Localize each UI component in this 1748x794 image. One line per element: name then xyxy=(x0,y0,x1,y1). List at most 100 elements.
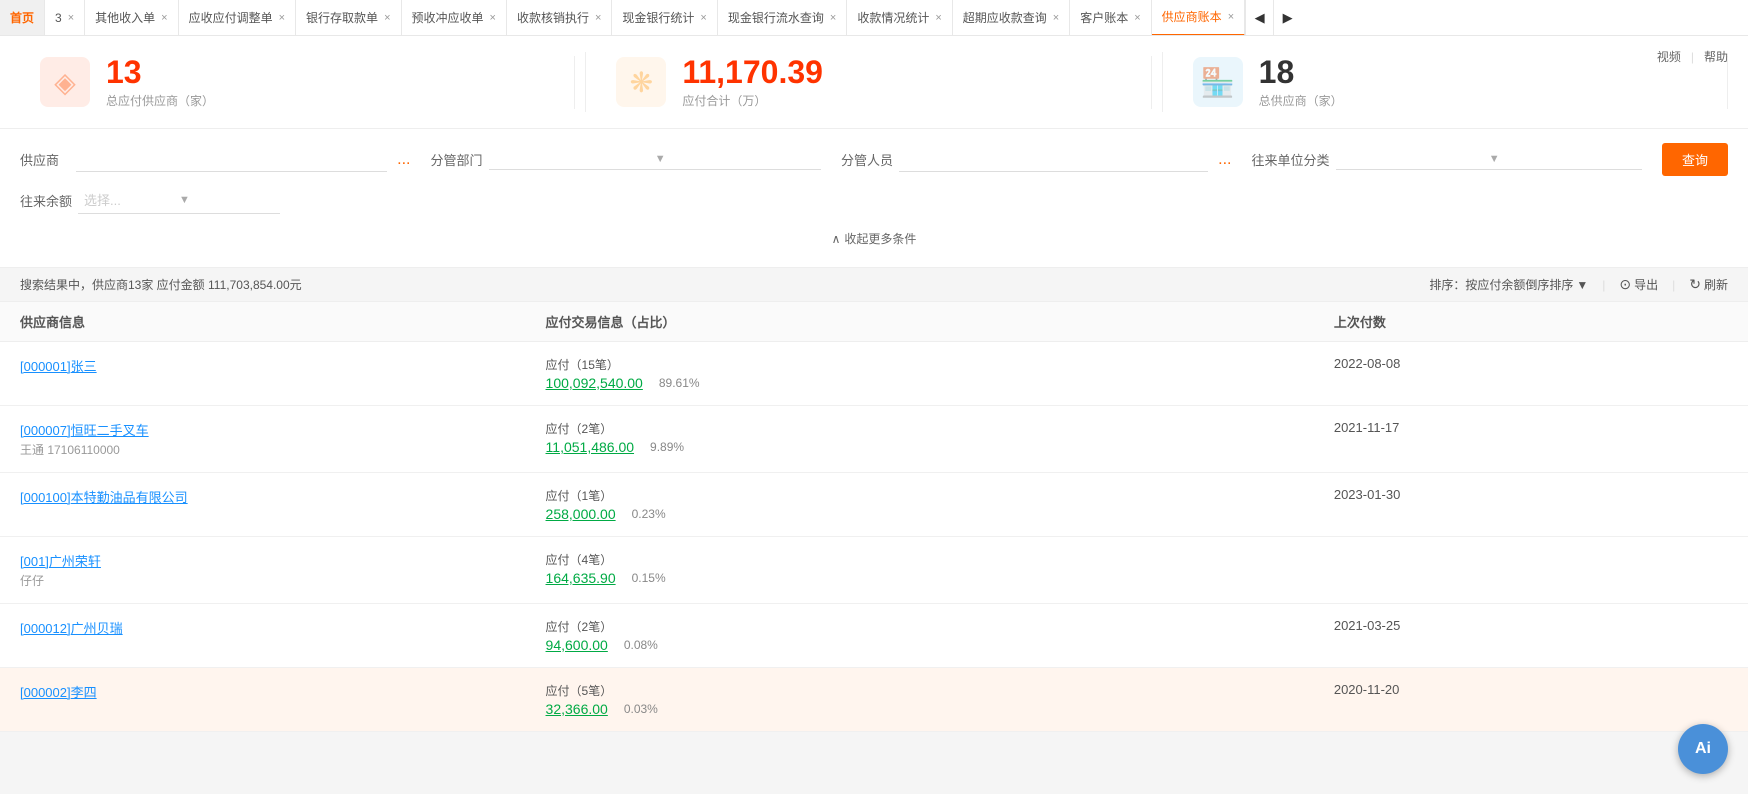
close-tab-cash-flow[interactable]: × xyxy=(830,12,836,24)
transaction-cell-row5: 应付（2笔） 94,600.00 0.08% xyxy=(546,618,1334,653)
person-more-btn[interactable]: ... xyxy=(1218,151,1231,169)
supplier-label: 供应商 xyxy=(20,150,70,169)
trans-label-row2: 应付（2笔） xyxy=(546,420,1334,437)
dept-select[interactable]: ▼ xyxy=(489,149,821,170)
unit-type-select[interactable]: ▼ xyxy=(1336,149,1642,170)
stat-info-payable-suppliers: 13 总应付供应商（家） xyxy=(106,56,214,109)
nav-tab-cash-flow[interactable]: 现金银行流水查询 × xyxy=(718,0,847,36)
refresh-button[interactable]: ↻ 刷新 xyxy=(1689,276,1728,293)
filter-unit-type: 往来单位分类 ▼ xyxy=(1252,149,1643,170)
supplier-link-row3[interactable]: [000100]本特勤油品有限公司 xyxy=(20,487,546,506)
nav-tab-customer-ledger[interactable]: 客户账本 × xyxy=(1070,0,1151,36)
table-row[interactable]: [000007]恒旺二手叉车 王通 17106110000 应付（2笔） 11,… xyxy=(0,406,1748,473)
trans-label-row1: 应付（15笔） xyxy=(546,356,1334,373)
nav-tab-3[interactable]: 3 × xyxy=(45,0,85,36)
trans-amount-row-row4: 164,635.90 0.15% xyxy=(546,570,1334,586)
trans-amount-row4[interactable]: 164,635.90 xyxy=(546,570,616,586)
payable-suppliers-label: 总应付供应商（家） xyxy=(106,92,214,109)
table-header: 供应商信息 应付交易信息（占比） 上次付数 xyxy=(0,302,1748,342)
stat-divider-2 xyxy=(1162,52,1163,112)
close-tab-ar-ap-adjust[interactable]: × xyxy=(279,12,285,24)
trans-amount-row-row3: 258,000.00 0.23% xyxy=(546,506,1334,522)
close-tab-overdue-ar[interactable]: × xyxy=(1053,12,1059,24)
nav-arrow-right[interactable]: ▶ xyxy=(1273,0,1301,36)
trans-percent-row4: 0.15% xyxy=(632,571,666,585)
trans-label-row3: 应付（1笔） xyxy=(546,487,1334,504)
payable-total-label: 应付合计（万） xyxy=(682,92,823,109)
nav-tab-ar-ap-adjust[interactable]: 应收应付调整单 × xyxy=(179,0,296,36)
table-row[interactable]: [000002]李四 应付（5笔） 32,366.00 0.03% 2020-1… xyxy=(0,668,1748,732)
filter-person: 分管人员 ... xyxy=(841,148,1232,172)
table-row[interactable]: [000001]张三 应付（15笔） 100,092,540.00 89.61%… xyxy=(0,342,1748,406)
close-tab-bank-deposit[interactable]: × xyxy=(384,12,390,24)
nav-tab-supplier-ledger[interactable]: 供应商账本 × xyxy=(1152,0,1245,36)
trans-amount-row-row6: 32,366.00 0.03% xyxy=(546,701,1334,717)
supplier-link-row4[interactable]: [001]广州荣轩 xyxy=(20,551,546,570)
person-input[interactable] xyxy=(899,148,1208,172)
stat-info-total-suppliers: 18 总供应商（家） xyxy=(1259,56,1343,109)
trans-amount-row2[interactable]: 11,051,486.00 xyxy=(546,439,635,455)
search-button[interactable]: 查询 xyxy=(1662,143,1728,176)
dept-label: 分管部门 xyxy=(431,150,483,169)
last-payment-cell-row6: 2020-11-20 xyxy=(1334,682,1728,697)
stat-info-payable-total: 11,170.39 应付合计（万） xyxy=(682,56,823,109)
nav-tab-cash-stat[interactable]: 现金银行统计 × xyxy=(612,0,717,36)
table-row[interactable]: [000012]广州贝瑞 应付（2笔） 94,600.00 0.08% 2021… xyxy=(0,604,1748,668)
person-label: 分管人员 xyxy=(841,150,893,169)
nav-arrow-left[interactable]: ◀ xyxy=(1245,0,1273,36)
balance-select[interactable]: 选择... ▼ xyxy=(78,186,280,214)
last-payment-cell-row5: 2021-03-25 xyxy=(1334,618,1728,633)
trans-amount-row1[interactable]: 100,092,540.00 xyxy=(546,375,643,391)
trans-label-row5: 应付（2笔） xyxy=(546,618,1334,635)
video-link[interactable]: 视频 xyxy=(1657,48,1681,65)
supplier-input[interactable] xyxy=(76,148,387,172)
close-tab-3[interactable]: × xyxy=(68,12,74,24)
close-tab-receipt-stat[interactable]: × xyxy=(935,12,941,24)
trans-amount-row-row1: 100,092,540.00 89.61% xyxy=(546,375,1334,391)
dept-select-arrow: ▼ xyxy=(655,153,815,165)
close-tab-receipt-verify[interactable]: × xyxy=(595,12,601,24)
filter-dept: 分管部门 ▼ xyxy=(431,149,822,170)
supplier-link-row5[interactable]: [000012]广州贝瑞 xyxy=(20,618,546,637)
export-button[interactable]: ⊙ 导出 xyxy=(1619,276,1658,293)
trans-amount-row5[interactable]: 94,600.00 xyxy=(546,637,608,653)
trans-percent-row6: 0.03% xyxy=(624,702,658,716)
close-tab-prepay-ar[interactable]: × xyxy=(490,12,496,24)
last-payment-cell-row1: 2022-08-08 xyxy=(1334,356,1728,371)
table-row[interactable]: [000100]本特勤油品有限公司 应付（1笔） 258,000.00 0.23… xyxy=(0,473,1748,537)
supplier-more-btn[interactable]: ... xyxy=(397,151,410,169)
nav-tab-prepay-ar[interactable]: 预收冲应收单 × xyxy=(402,0,507,36)
supplier-link-row2[interactable]: [000007]恒旺二手叉车 xyxy=(20,420,546,439)
trans-percent-row3: 0.23% xyxy=(632,507,666,521)
table-row[interactable]: [001]广州荣轩 仔仔 应付（4笔） 164,635.90 0.15% xyxy=(0,537,1748,604)
ai-button[interactable]: Ai xyxy=(1678,724,1728,774)
nav-tab-receipt-verify[interactable]: 收款核销执行 × xyxy=(507,0,612,36)
payable-total-number: 11,170.39 xyxy=(682,56,823,88)
trans-amount-row6[interactable]: 32,366.00 xyxy=(546,701,608,717)
supplier-link-row6[interactable]: [000002]李四 xyxy=(20,682,546,701)
supplier-cell-row6: [000002]李四 xyxy=(20,682,546,701)
nav-tab-bank-deposit[interactable]: 银行存取款单 × xyxy=(296,0,401,36)
nav-tab-other-income[interactable]: 其他收入单 × xyxy=(85,0,178,36)
filter-supplier: 供应商 ... xyxy=(20,148,411,172)
transaction-cell-row2: 应付（2笔） 11,051,486.00 9.89% xyxy=(546,420,1334,455)
collapse-button[interactable]: ∧ 收起更多条件 xyxy=(20,224,1728,253)
trans-amount-row3[interactable]: 258,000.00 xyxy=(546,506,616,522)
collapse-icon: ∧ xyxy=(832,232,841,246)
header-stats: 13 总应付供应商（家） 11,170.39 应付合计（万） 18 总供应商（家… xyxy=(0,36,1748,129)
supplier-cell-row1: [000001]张三 xyxy=(20,356,546,375)
last-payment-cell-row3: 2023-01-30 xyxy=(1334,487,1728,502)
nav-tab-receipt-stat[interactable]: 收款情况统计 × xyxy=(847,0,952,36)
sort-button[interactable]: 排序：按应付余额倒序排序 ▼ xyxy=(1429,276,1588,293)
unit-type-select-arrow: ▼ xyxy=(1489,153,1636,165)
col-header-transaction: 应付交易信息（占比） xyxy=(546,312,1334,331)
result-bar: 搜索结果中，供应商13家 应付金额 111,703,854.00元 排序：按应付… xyxy=(0,268,1748,302)
close-tab-supplier-ledger[interactable]: × xyxy=(1228,11,1234,23)
close-tab-other-income[interactable]: × xyxy=(161,12,167,24)
close-tab-customer-ledger[interactable]: × xyxy=(1134,12,1140,24)
nav-tab-overdue-ar[interactable]: 超期应收款查询 × xyxy=(953,0,1070,36)
supplier-link-row1[interactable]: [000001]张三 xyxy=(20,356,546,375)
nav-tab-home[interactable]: 首页 xyxy=(0,0,45,36)
close-tab-cash-stat[interactable]: × xyxy=(700,12,706,24)
help-link[interactable]: 帮助 xyxy=(1704,48,1728,65)
